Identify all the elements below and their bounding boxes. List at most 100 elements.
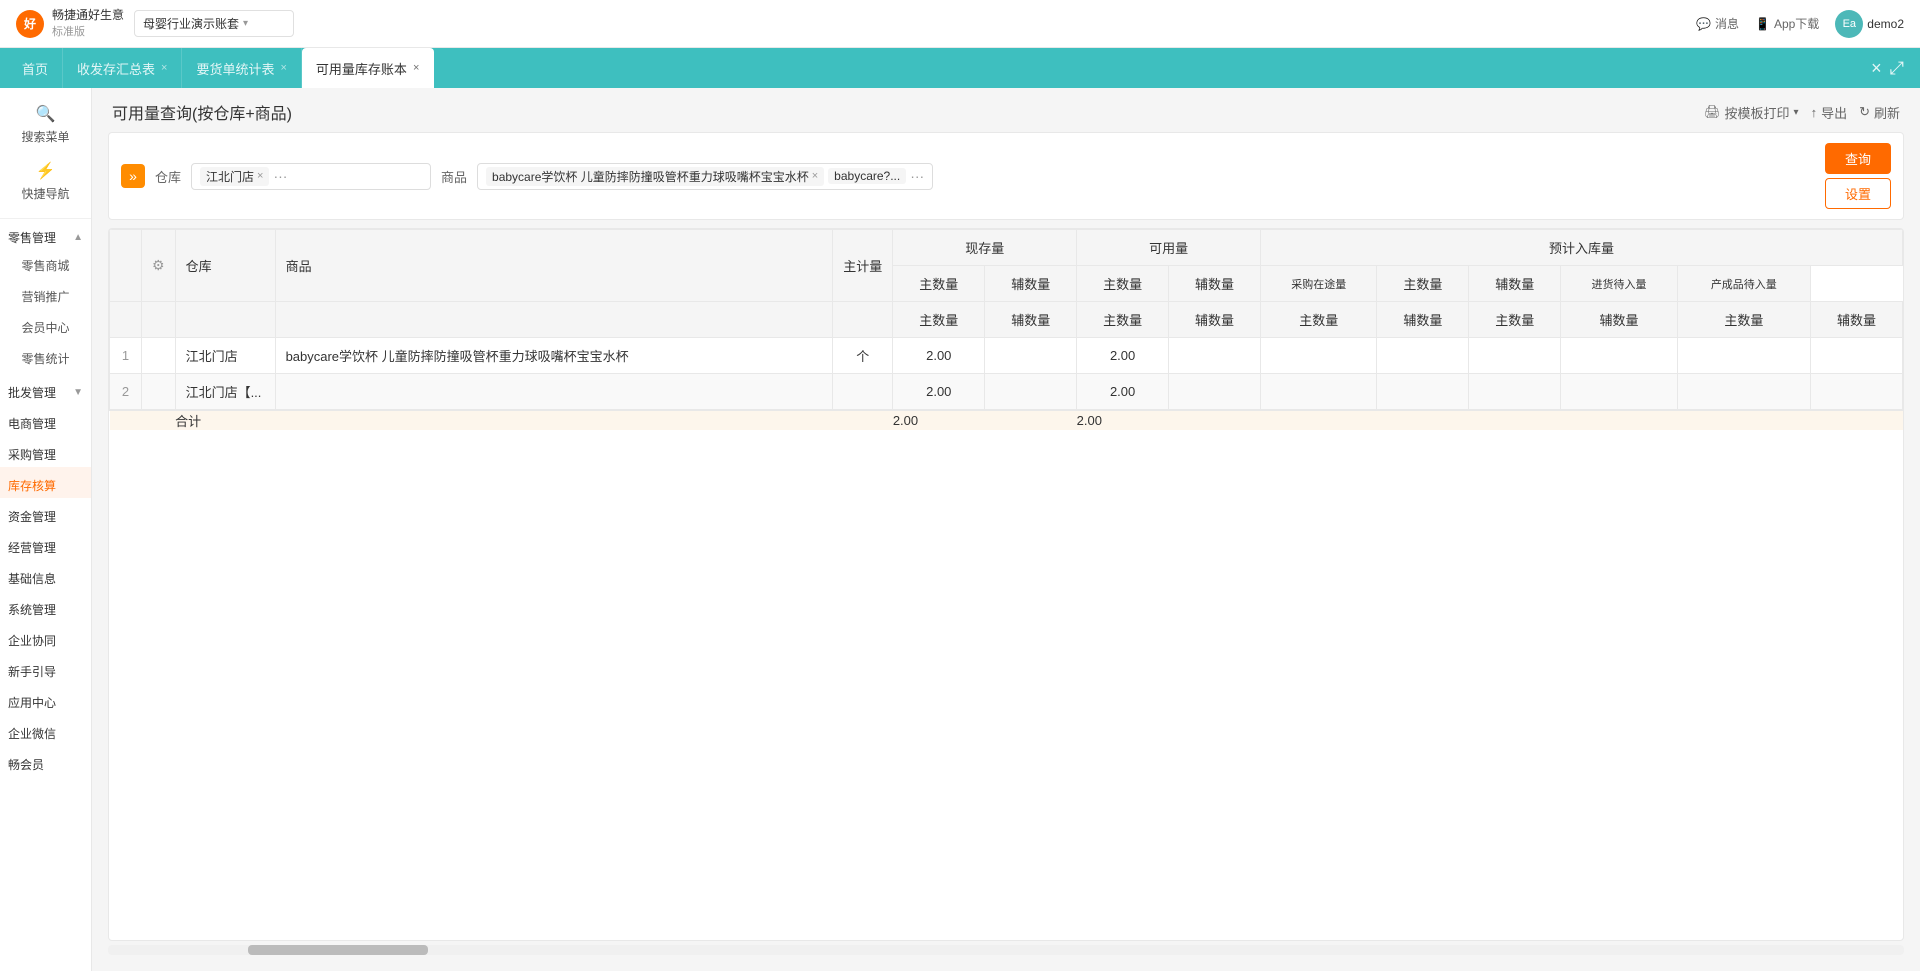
product-tag-1-remove[interactable]: × bbox=[812, 170, 818, 182]
user-profile[interactable]: Ea demo2 bbox=[1835, 10, 1904, 38]
tab-available[interactable]: 可用量库存账本 × bbox=[302, 48, 434, 88]
sidebar-base-label: 基础信息 bbox=[8, 570, 56, 587]
sidebar-quicknav-label: 快捷导航 bbox=[21, 185, 69, 202]
query-btn[interactable]: 查询 bbox=[1825, 143, 1891, 174]
tab-home[interactable]: 首页 bbox=[8, 48, 63, 88]
row2-settings bbox=[142, 374, 176, 411]
sidebar-group-wechat[interactable]: 企业微信 bbox=[0, 715, 91, 746]
row2-avail-main: 2.00 bbox=[1077, 374, 1169, 411]
tab-receipt[interactable]: 收发存汇总表 × bbox=[63, 48, 182, 88]
page-actions: 🖨 按模板打印 ▾ ↑ 导出 ↻ 刷新 bbox=[1704, 103, 1900, 122]
tab-order-label: 要货单统计表 bbox=[196, 59, 274, 78]
sidebar-group-ecommerce[interactable]: 电商管理 bbox=[0, 405, 91, 436]
top-bar-left: 好 畅捷通好生意 标准版 母婴行业演示账套 ▾ bbox=[16, 8, 294, 40]
th-production-pending-label: 产成品待入量 bbox=[1677, 266, 1810, 302]
sidebar-item-retail-stats[interactable]: 零售统计 bbox=[0, 343, 91, 374]
sidebar-group-retail[interactable]: 零售管理 ▲ bbox=[0, 219, 91, 250]
sidebar-item-quicknav[interactable]: ⚡ 快捷导航 bbox=[0, 153, 91, 210]
message-action[interactable]: 💬 消息 bbox=[1696, 15, 1739, 32]
sidebar-system-label: 系统管理 bbox=[8, 601, 56, 618]
footer-label: 合计 bbox=[175, 410, 893, 430]
logo-sub-text: 标准版 bbox=[52, 23, 124, 39]
print-btn[interactable]: 🖨 按模板打印 ▾ bbox=[1704, 103, 1799, 122]
sidebar-wechat-label: 企业微信 bbox=[8, 725, 56, 742]
table-row: 2 江北门店【... 2.00 2.00 bbox=[110, 374, 1903, 411]
row1-warehouse: 江北门店 bbox=[175, 338, 275, 374]
row2-prod-pending-aux bbox=[1810, 374, 1902, 411]
export-label: 导出 bbox=[1821, 103, 1847, 122]
row2-pur-pending-main bbox=[1469, 374, 1561, 411]
row1-avail-main: 2.00 bbox=[1077, 338, 1169, 374]
warehouse-remove-icon[interactable]: × bbox=[257, 170, 263, 182]
settings-btn[interactable]: 设置 bbox=[1825, 178, 1891, 209]
th2-avail-aux: 辅数量 bbox=[1169, 302, 1261, 338]
th2-pur-pending-aux: 辅数量 bbox=[1561, 302, 1677, 338]
message-label: 消息 bbox=[1715, 15, 1739, 32]
tab-available-label: 可用量库存账本 bbox=[316, 59, 407, 78]
row1-avail-aux bbox=[1169, 338, 1261, 374]
top-bar-right: 💬 消息 📱 App下载 Ea demo2 bbox=[1696, 10, 1904, 38]
page-title: 可用量查询(按仓库+商品) bbox=[112, 100, 292, 124]
product-tag-1-text: babycare学饮杯 儿童防摔防撞吸管杯重力球吸嘴杯宝宝水杯 bbox=[492, 168, 809, 185]
warehouse-input[interactable]: 江北门店 × ··· bbox=[191, 163, 431, 190]
print-label: 按模板打印 bbox=[1725, 103, 1790, 122]
sidebar-group-wholesale[interactable]: 批发管理 ▼ bbox=[0, 374, 91, 405]
th-purchase-transit-label: 采购在途量 bbox=[1261, 266, 1377, 302]
product-input[interactable]: babycare学饮杯 儿童防摔防撞吸管杯重力球吸嘴杯宝宝水杯 × babyca… bbox=[477, 163, 933, 190]
retail-member-label: 会员中心 bbox=[21, 321, 69, 335]
th2-stock-main: 主数量 bbox=[893, 302, 985, 338]
footer-pur-pending-aux bbox=[1561, 410, 1677, 430]
logo-main-text: 畅捷通好生意 bbox=[52, 8, 124, 24]
tab-available-close[interactable]: × bbox=[413, 62, 419, 74]
sidebar-group-base[interactable]: 基础信息 bbox=[0, 560, 91, 591]
sidebar-group-inventory[interactable]: 库存核算 bbox=[0, 467, 91, 498]
product-label: 商品 bbox=[441, 167, 467, 186]
logo-text-block: 畅捷通好生意 标准版 bbox=[52, 8, 124, 40]
org-selector[interactable]: 母婴行业演示账套 ▾ bbox=[134, 10, 294, 37]
close-all-tabs-btn[interactable]: × bbox=[1871, 58, 1882, 79]
horizontal-scrollbar[interactable] bbox=[108, 945, 1904, 955]
tab-order[interactable]: 要货单统计表 × bbox=[182, 48, 301, 88]
product-ellipsis[interactable]: ··· bbox=[910, 168, 924, 184]
sidebar-retail-label: 零售管理 bbox=[8, 229, 56, 246]
sidebar-item-search[interactable]: 🔍 搜索菜单 bbox=[0, 96, 91, 153]
th-planned-in: 预计入库量 bbox=[1261, 230, 1903, 266]
maximize-btn[interactable]: ⤢ bbox=[1890, 58, 1904, 79]
sidebar-group-operation[interactable]: 经营管理 bbox=[0, 529, 91, 560]
sidebar-group-system[interactable]: 系统管理 bbox=[0, 591, 91, 622]
th2-unit bbox=[833, 302, 893, 338]
footer-stock-main: 2.00 bbox=[893, 410, 985, 430]
sidebar-ecommerce-label: 电商管理 bbox=[8, 415, 56, 432]
th-available: 可用量 bbox=[1077, 230, 1261, 266]
search-icon: 🔍 bbox=[36, 104, 56, 124]
app-download-action[interactable]: 📱 App下载 bbox=[1755, 15, 1819, 32]
table-settings-icon[interactable]: ⚙ bbox=[152, 257, 165, 273]
th-stock-main-qty: 主数量 bbox=[893, 266, 985, 302]
tab-order-close[interactable]: × bbox=[280, 62, 286, 74]
sidebar-member-label: 畅会员 bbox=[8, 756, 44, 773]
sidebar-group-purchase[interactable]: 采购管理 bbox=[0, 436, 91, 467]
footer-prod-pending-aux bbox=[1810, 410, 1902, 430]
tab-receipt-close[interactable]: × bbox=[161, 62, 167, 74]
export-btn[interactable]: ↑ 导出 bbox=[1811, 103, 1848, 122]
footer-index bbox=[110, 410, 142, 430]
sidebar-item-retail-promo[interactable]: 营销推广 bbox=[0, 281, 91, 312]
retail-stats-label: 零售统计 bbox=[21, 352, 69, 366]
footer-avail-aux bbox=[1169, 410, 1261, 430]
sidebar-group-newuser[interactable]: 新手引导 bbox=[0, 653, 91, 684]
warehouse-ellipsis[interactable]: ··· bbox=[273, 168, 287, 184]
filter-toggle-btn[interactable]: » bbox=[121, 164, 145, 188]
row2-product bbox=[275, 374, 833, 411]
sidebar-group-enterprise[interactable]: 企业协同 bbox=[0, 622, 91, 653]
sidebar-group-member[interactable]: 畅会员 bbox=[0, 746, 91, 777]
footer-stock-aux bbox=[985, 410, 1077, 430]
th-purchase-transit-main: 主数量 bbox=[1377, 266, 1469, 302]
sidebar-group-finance[interactable]: 资金管理 bbox=[0, 498, 91, 529]
sidebar-item-retail-member[interactable]: 会员中心 bbox=[0, 312, 91, 343]
scrollbar-thumb[interactable] bbox=[248, 945, 428, 955]
sidebar-item-retail-mall[interactable]: 零售商城 bbox=[0, 250, 91, 281]
refresh-btn[interactable]: ↻ 刷新 bbox=[1859, 103, 1900, 122]
org-name: 母婴行业演示账套 bbox=[143, 15, 239, 32]
sidebar-group-appcenter[interactable]: 应用中心 bbox=[0, 684, 91, 715]
th-stock-aux-qty: 辅数量 bbox=[985, 266, 1077, 302]
